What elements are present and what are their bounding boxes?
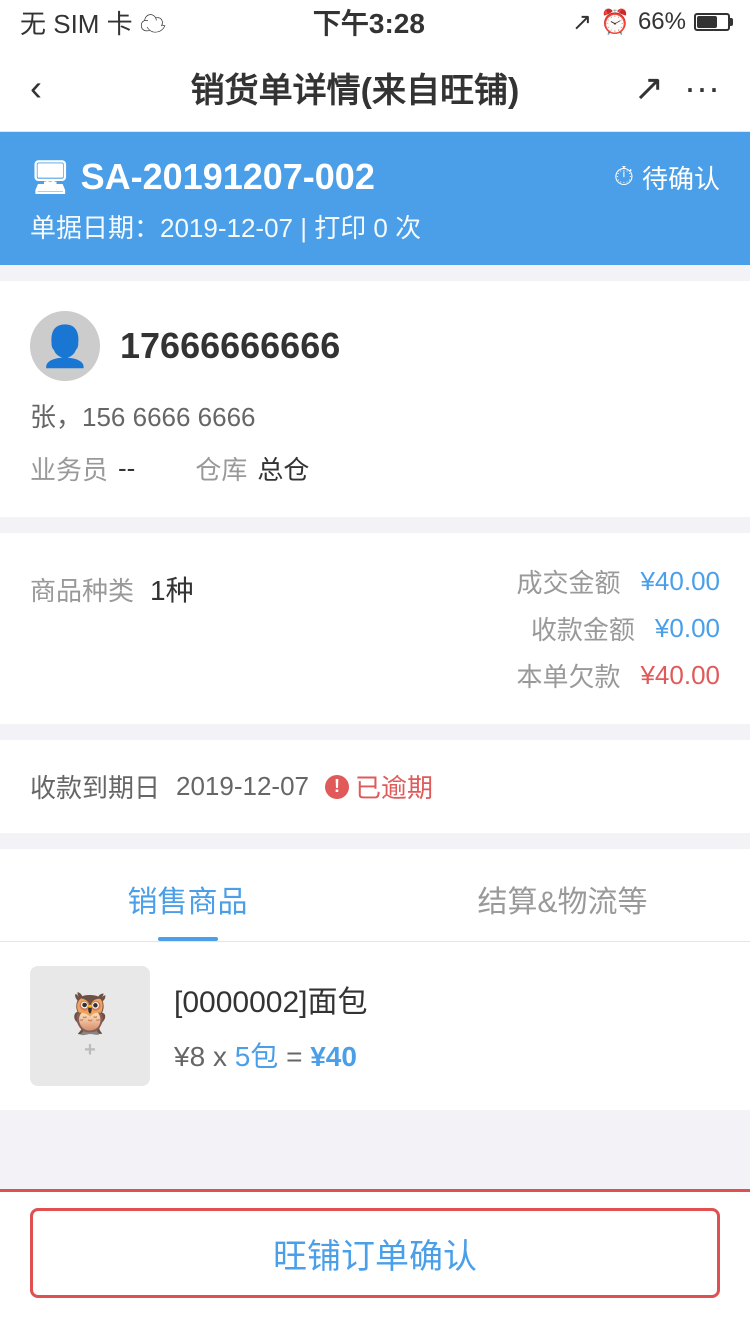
status-left: 无 SIM 卡 ☁ [20, 4, 166, 41]
clock-icon: ⏱ [614, 161, 634, 193]
order-id-text: SA-20191207-002 [81, 156, 375, 198]
product-type-section: 商品种类 1种 [30, 563, 516, 609]
product-equals: = [286, 1041, 310, 1072]
product-thumbnail: 🦉 + [30, 966, 150, 1086]
due-date-label: 收款到期日 [30, 768, 160, 805]
owed-amount-row: 本单欠款 ¥40.00 [516, 657, 720, 694]
nav-bar: ‹ 销货单详情(来自旺铺) ↗ ··· [0, 44, 750, 132]
order-date: 单据日期：2019-12-07 | 打印 0 次 [30, 208, 720, 245]
amounts-right: 成交金额 ¥40.00 收款金额 ¥0.00 本单欠款 ¥40.00 [516, 563, 720, 694]
tab-settlement[interactable]: 结算&物流等 [375, 849, 750, 941]
product-price-row: ¥8 x 5包 = ¥40 [174, 1035, 720, 1075]
customer-name-detail: 张，156 6666 6666 [30, 397, 720, 434]
salesperson-label: 业务员 [30, 450, 108, 487]
amounts-card: 商品种类 1种 成交金额 ¥40.00 收款金额 ¥0.00 本单欠款 ¥40.… [0, 533, 750, 724]
page-title: 销货单详情(来自旺铺) [90, 63, 620, 112]
product-multiply: x [213, 1041, 235, 1072]
product-quantity: 5包 [235, 1041, 279, 1072]
owed-label: 本单欠款 [516, 657, 620, 694]
no-sim-label: 无 SIM 卡 ☁ [20, 4, 166, 41]
battery-label: 66% [638, 8, 686, 36]
product-unit-price: ¥8 [174, 1041, 205, 1072]
received-label: 收款金额 [531, 610, 635, 647]
order-id: 🖥 SA-20191207-002 [30, 156, 375, 198]
product-item: 🦉 + [0000002]面包 ¥8 x 5包 = ¥40 [0, 942, 750, 1110]
warehouse-label: 仓库 [195, 450, 247, 487]
product-thumb-inner: 🦉 + [65, 990, 115, 1062]
product-name: [0000002]面包 [174, 977, 720, 1021]
received-amount-row: 收款金额 ¥0.00 [531, 610, 720, 647]
share-icon[interactable]: ↗ [634, 67, 664, 109]
overdue-text: 已逾期 [355, 768, 433, 805]
deal-value: ¥40.00 [640, 566, 720, 597]
product-type-label: 商品种类 [30, 571, 134, 608]
salesperson-field: 业务员 -- [30, 450, 135, 487]
received-value: ¥0.00 [655, 613, 720, 644]
confirm-order-button[interactable]: 旺铺订单确认 [30, 1208, 720, 1298]
owed-value: ¥40.00 [640, 660, 720, 691]
order-icon: 🖥 [30, 158, 71, 196]
product-total: ¥40 [310, 1041, 357, 1072]
more-icon[interactable]: ··· [684, 67, 720, 109]
deal-label: 成交金额 [516, 563, 620, 600]
product-thumb-owl-icon: 🦉 [65, 990, 115, 1037]
product-type-value: 1种 [150, 569, 194, 609]
location-icon: ↗ [572, 8, 592, 37]
order-status: ⏱ 待确认 [614, 159, 720, 196]
overdue-dot-icon: ! [325, 775, 349, 799]
overdue-badge: ! 已逾期 [325, 768, 433, 805]
warehouse-value: 总仓 [257, 450, 309, 487]
customer-phone: 17666666666 [120, 325, 340, 367]
due-date-card: 收款到期日 2019-12-07 ! 已逾期 [0, 740, 750, 833]
order-header-card: 🖥 SA-20191207-002 ⏱ 待确认 单据日期：2019-12-07 … [0, 132, 750, 265]
tab-products[interactable]: 销售商品 [0, 849, 375, 941]
tabs-row: 销售商品 结算&物流等 [0, 849, 750, 942]
deal-amount-row: 成交金额 ¥40.00 [516, 563, 720, 600]
bottom-bar: 旺铺订单确认 [0, 1189, 750, 1334]
status-right: ↗ ⏰ 66% [572, 8, 730, 37]
warehouse-field: 仓库 总仓 [195, 450, 309, 487]
status-bar: 无 SIM 卡 ☁ 下午3:28 ↗ ⏰ 66% [0, 0, 750, 44]
avatar-icon: 👤 [40, 323, 90, 370]
avatar: 👤 [30, 311, 100, 381]
salesperson-value: -- [118, 453, 135, 484]
alarm-icon: ⏰ [600, 8, 630, 37]
product-thumb-plus-icon: + [84, 1039, 96, 1062]
due-date-value: 2019-12-07 [176, 771, 309, 802]
tabs-container: 销售商品 结算&物流等 🦉 + [0000002]面包 ¥8 x 5包 = ¥4… [0, 849, 750, 1110]
status-text: 待确认 [642, 159, 720, 196]
customer-meta-row: 业务员 -- 仓库 总仓 [30, 450, 720, 487]
nav-actions: ↗ ··· [620, 67, 720, 109]
customer-row: 👤 17666666666 [30, 311, 720, 381]
order-header-top: 🖥 SA-20191207-002 ⏱ 待确认 [30, 156, 720, 198]
back-button[interactable]: ‹ [30, 67, 90, 109]
product-info: [0000002]面包 ¥8 x 5包 = ¥40 [174, 977, 720, 1075]
customer-info-card: 👤 17666666666 张，156 6666 6666 业务员 -- 仓库 … [0, 281, 750, 517]
status-time: 下午3:28 [313, 2, 425, 42]
battery-icon [694, 13, 730, 31]
